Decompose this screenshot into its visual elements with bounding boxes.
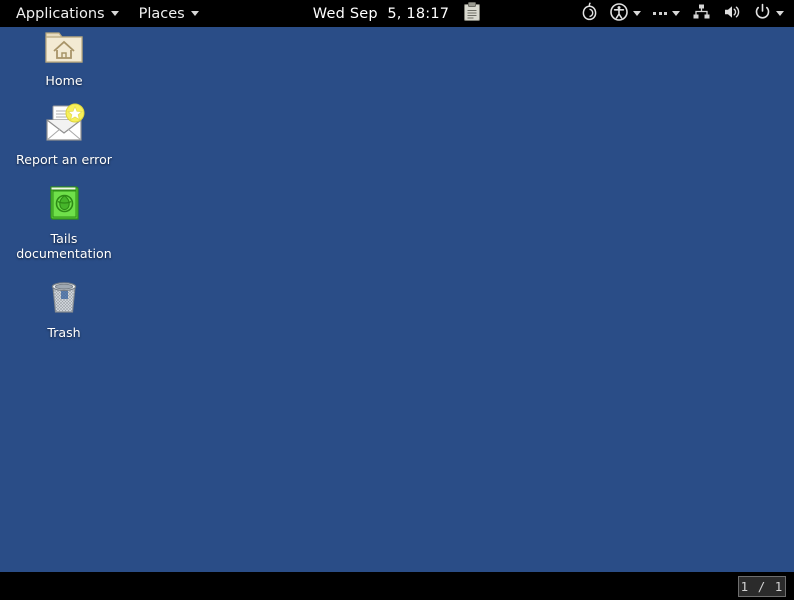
tor-onion-icon [581, 2, 598, 25]
chevron-down-icon [190, 11, 199, 16]
desktop-icon-tails-documentation[interactable]: Tails documentation [14, 175, 114, 263]
home-folder-icon [40, 27, 88, 69]
workspace-switcher[interactable]: 1 / 1 [738, 575, 786, 597]
tray-overflow-menu[interactable] [647, 0, 686, 27]
chevron-down-icon [776, 11, 784, 16]
desktop-icon-home[interactable]: Home [14, 27, 114, 90]
bottom-panel: 1 / 1 [0, 572, 794, 600]
chevron-down-icon [110, 11, 119, 16]
system-tray [575, 0, 790, 27]
desktop-icon-trash[interactable]: Trash [14, 269, 114, 342]
report-error-icon [40, 100, 88, 148]
desktop-icon-label: Trash [47, 325, 81, 340]
places-menu-label: Places [138, 5, 185, 22]
clipboard-icon[interactable] [463, 1, 481, 26]
tray-accessibility[interactable] [604, 0, 647, 27]
desktop-icon-label: Home [45, 73, 83, 88]
network-wired-icon [692, 3, 711, 25]
tray-tor-status[interactable] [575, 0, 604, 27]
applications-menu-label: Applications [16, 5, 105, 22]
applications-menu[interactable]: Applications [6, 0, 129, 27]
chevron-down-icon [633, 11, 641, 16]
desktop-icon-column: Home Report an error Tails documentation… [14, 27, 114, 348]
accessibility-icon [610, 2, 628, 25]
tray-power[interactable] [748, 0, 790, 27]
clock[interactable]: Wed Sep 5, 18:17 [313, 6, 449, 22]
volume-icon [723, 3, 742, 25]
tray-network[interactable] [686, 0, 717, 27]
desktop-icon-label: Tails documentation [16, 231, 112, 261]
desktop-area[interactable]: Home Report an error Tails documentation… [0, 27, 794, 572]
chevron-down-icon [672, 11, 680, 16]
trash-icon [40, 273, 88, 321]
tails-documentation-book-icon [40, 179, 88, 227]
power-icon [754, 3, 771, 25]
desktop-icon-label: Report an error [16, 152, 112, 167]
ellipsis-icon [653, 12, 667, 15]
places-menu[interactable]: Places [129, 0, 209, 27]
tray-volume[interactable] [717, 0, 748, 27]
desktop-icon-report-an-error[interactable]: Report an error [14, 96, 114, 169]
top-panel: Applications Places Wed Sep 5, 18:17 [0, 0, 794, 27]
